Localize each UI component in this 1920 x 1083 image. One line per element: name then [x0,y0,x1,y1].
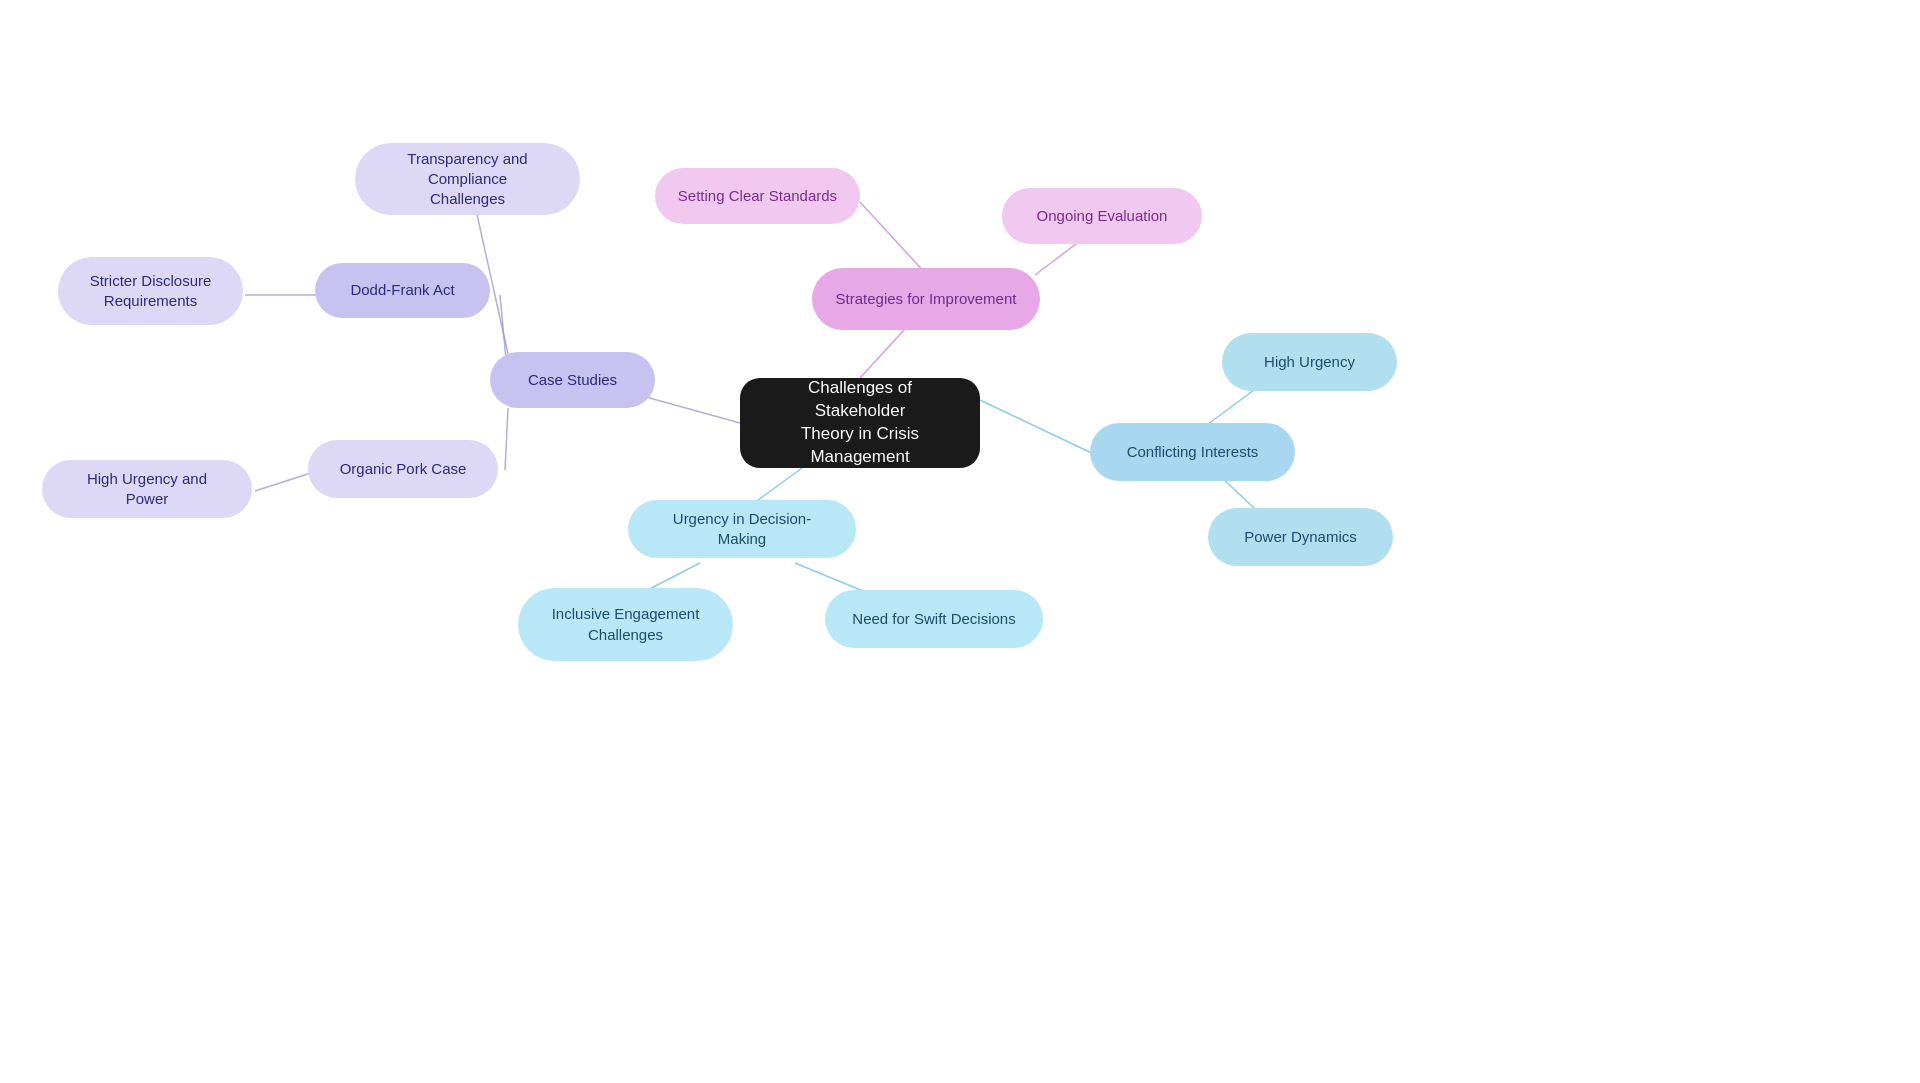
inclusive-engagement-node: Inclusive Engagement Challenges [518,588,733,661]
dodd-frank-label: Dodd-Frank Act [350,280,454,300]
stricter-disclosure-node: Stricter Disclosure Requirements [58,257,243,325]
case-studies-label: Case Studies [528,370,617,390]
conflicting-interests-node: Conflicting Interests [1090,423,1295,481]
setting-standards-label: Setting Clear Standards [678,186,837,206]
organic-pork-label: Organic Pork Case [340,459,467,479]
center-label: Challenges of Stakeholder Theory in Cris… [762,377,958,469]
transparency-label: Transparency and Compliance Challenges [377,149,558,210]
stricter-disclosure-label: Stricter Disclosure Requirements [90,271,212,312]
mind-map-connections [0,0,1920,1083]
power-dynamics-label: Power Dynamics [1244,527,1357,547]
high-urgency-power-label: High Urgency and Power [64,469,230,510]
high-urgency-label: High Urgency [1264,352,1355,372]
organic-pork-node: Organic Pork Case [308,440,498,498]
ongoing-evaluation-node: Ongoing Evaluation [1002,188,1202,244]
svg-line-9 [980,400,1100,457]
high-urgency-power-node: High Urgency and Power [42,460,252,518]
case-studies-node: Case Studies [490,352,655,408]
strategies-node: Strategies for Improvement [812,268,1040,330]
svg-line-3 [505,408,508,470]
high-urgency-node: High Urgency [1222,333,1397,391]
dodd-frank-node: Dodd-Frank Act [315,263,490,318]
setting-standards-node: Setting Clear Standards [655,168,860,224]
svg-line-7 [860,202,927,275]
ongoing-evaluation-label: Ongoing Evaluation [1037,206,1168,226]
need-swift-label: Need for Swift Decisions [852,609,1015,629]
conflicting-interests-label: Conflicting Interests [1127,442,1259,462]
transparency-node: Transparency and Compliance Challenges [355,143,580,215]
need-swift-node: Need for Swift Decisions [825,590,1043,648]
strategies-label: Strategies for Improvement [836,289,1017,309]
urgency-decision-node: Urgency in Decision-Making [628,500,856,558]
inclusive-engagement-label: Inclusive Engagement Challenges [552,604,700,645]
urgency-decision-label: Urgency in Decision-Making [650,509,834,550]
center-node: Challenges of Stakeholder Theory in Cris… [740,378,980,468]
power-dynamics-node: Power Dynamics [1208,508,1393,566]
